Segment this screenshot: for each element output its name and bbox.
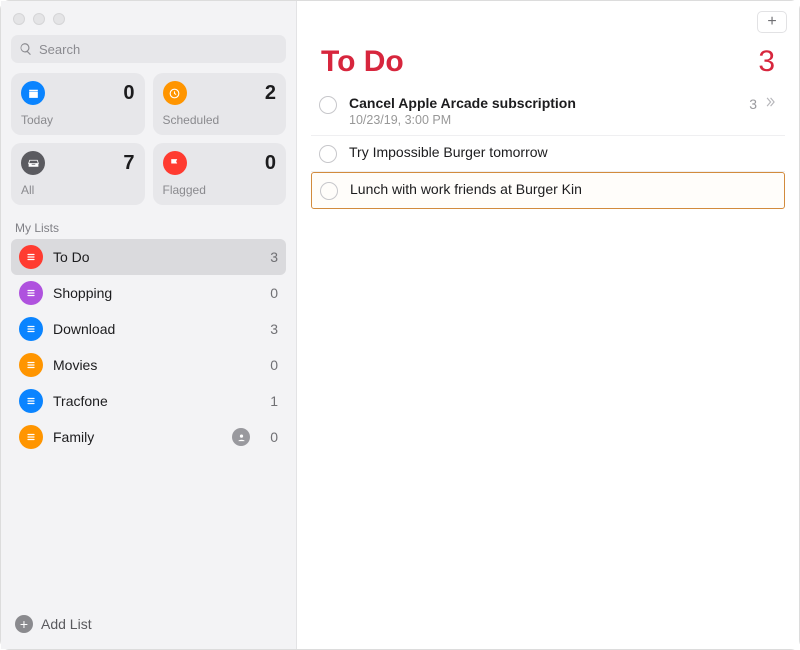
card-label: All: [21, 183, 135, 197]
reminder-item[interactable]: Cancel Apple Arcade subscription 10/23/19…: [311, 91, 785, 136]
plus-icon: +: [767, 13, 776, 31]
card-label: Flagged: [163, 183, 277, 197]
list-icon: [19, 245, 43, 269]
sidebar-list-shopping[interactable]: Shopping0: [11, 275, 286, 311]
card-count: 0: [265, 152, 276, 175]
list-count: 0: [258, 357, 278, 373]
list-icon: [19, 317, 43, 341]
reminder-title: Cancel Apple Arcade subscription: [349, 95, 741, 111]
tray-icon: [21, 151, 45, 175]
list-title: To Do: [321, 45, 404, 79]
flag-icon: [163, 151, 187, 175]
complete-toggle[interactable]: [319, 96, 337, 114]
complete-toggle[interactable]: [320, 182, 338, 200]
traffic-minimize[interactable]: [33, 13, 45, 25]
reminder-item[interactable]: Lunch with work friends at Burger Kin: [311, 172, 785, 209]
complete-toggle[interactable]: [319, 145, 337, 163]
list-count: 0: [258, 429, 278, 445]
list-label: To Do: [53, 249, 258, 265]
window-traffic-lights: [11, 9, 286, 35]
traffic-close[interactable]: [13, 13, 25, 25]
search-placeholder: Search: [39, 42, 80, 57]
clock-icon: [163, 81, 187, 105]
reminder-title: Try Impossible Burger tomorrow: [349, 144, 777, 160]
traffic-zoom[interactable]: [53, 13, 65, 25]
add-list-label: Add List: [41, 616, 92, 632]
subtask-indicator[interactable]: 3: [749, 95, 777, 112]
list-count: 0: [258, 285, 278, 301]
list-count: 3: [758, 45, 775, 79]
card-label: Today: [21, 113, 135, 127]
sidebar-list-to-do[interactable]: To Do3: [11, 239, 286, 275]
sidebar-lists: To Do3Shopping0Download3Movies0Tracfone1…: [11, 239, 286, 455]
card-count: 2: [265, 82, 276, 105]
list-label: Shopping: [53, 285, 258, 301]
sidebar-list-tracfone[interactable]: Tracfone1: [11, 383, 286, 419]
card-label: Scheduled: [163, 113, 277, 127]
sidebar-list-download[interactable]: Download3: [11, 311, 286, 347]
list-icon: [19, 353, 43, 377]
list-label: Tracfone: [53, 393, 258, 409]
toolbar: +: [297, 1, 799, 43]
reminders-window: Search 0 Today 2 Scheduled 7 All 0 Flagged My L…: [0, 0, 800, 650]
calendar-icon: [21, 81, 45, 105]
list-icon: [19, 281, 43, 305]
card-count: 0: [123, 82, 134, 105]
reminder-item[interactable]: Try Impossible Burger tomorrow: [311, 136, 785, 172]
list-header: To Do 3: [297, 43, 799, 89]
add-list-button[interactable]: + Add List: [11, 609, 286, 639]
list-count: 3: [258, 321, 278, 337]
add-reminder-button[interactable]: +: [757, 11, 787, 33]
card-count: 7: [123, 152, 134, 175]
smart-card-flagged[interactable]: 0 Flagged: [153, 143, 287, 205]
search-input[interactable]: Search: [11, 35, 286, 63]
sidebar: Search 0 Today 2 Scheduled 7 All 0 Flagged My L…: [1, 1, 297, 649]
sidebar-list-family[interactable]: Family 0: [11, 419, 286, 455]
reminder-title: Lunch with work friends at Burger Kin: [350, 181, 776, 197]
my-lists-header: My Lists: [15, 221, 282, 235]
reminder-subtitle: 10/23/19, 3:00 PM: [349, 113, 741, 127]
smart-card-scheduled[interactable]: 2 Scheduled: [153, 73, 287, 135]
list-icon: [19, 389, 43, 413]
smart-card-today[interactable]: 0 Today: [11, 73, 145, 135]
plus-icon: +: [15, 615, 33, 633]
smart-card-all[interactable]: 7 All: [11, 143, 145, 205]
main-panel: + To Do 3 Cancel Apple Arcade subscripti…: [297, 1, 799, 649]
reminders-list: Cancel Apple Arcade subscription 10/23/19…: [297, 89, 799, 211]
sidebar-list-movies[interactable]: Movies0: [11, 347, 286, 383]
chevron-right-icon: [763, 95, 777, 112]
list-label: Family: [53, 429, 232, 445]
list-count: 1: [258, 393, 278, 409]
list-icon: [19, 425, 43, 449]
list-label: Movies: [53, 357, 258, 373]
shared-icon: [232, 428, 250, 446]
list-count: 3: [258, 249, 278, 265]
search-icon: [19, 42, 33, 56]
list-label: Download: [53, 321, 258, 337]
smart-list-cards: 0 Today 2 Scheduled 7 All 0 Flagged: [11, 73, 286, 205]
subtask-count: 3: [749, 96, 757, 112]
